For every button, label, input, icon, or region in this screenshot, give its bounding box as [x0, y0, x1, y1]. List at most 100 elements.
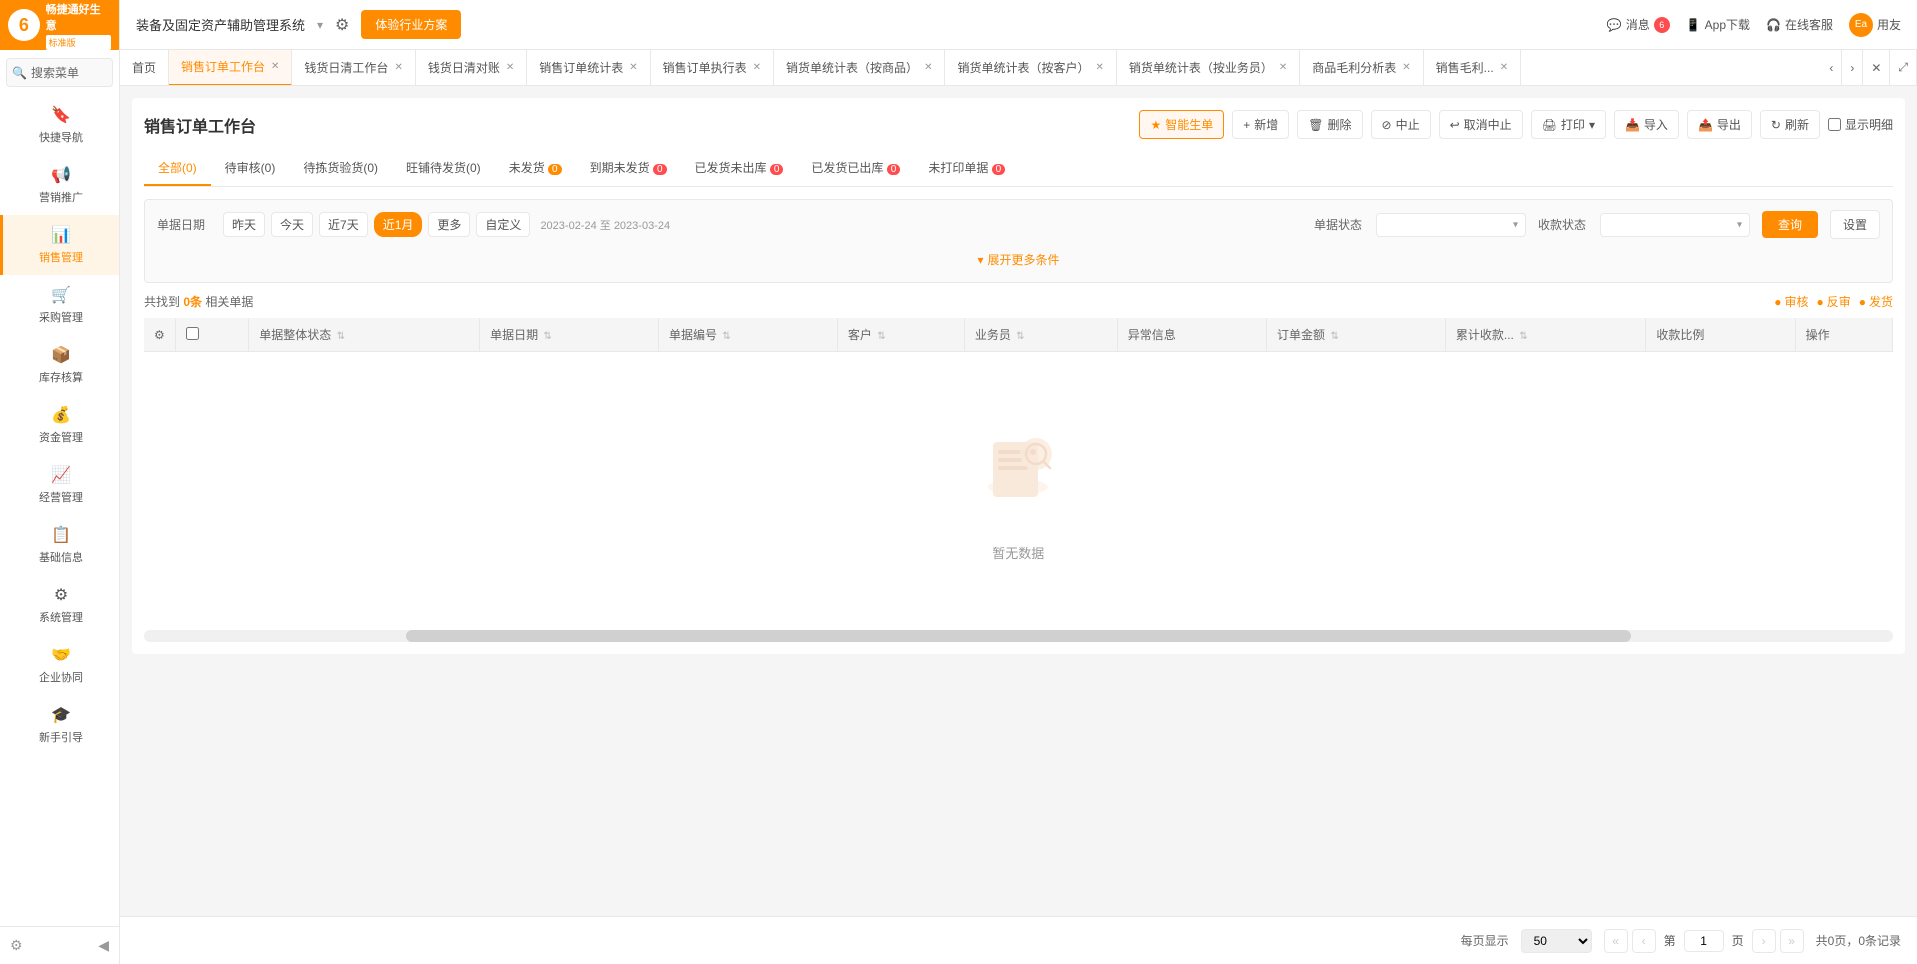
sidebar-item-system[interactable]: ⚙ 系统管理 — [0, 575, 119, 635]
tab-home[interactable]: 首页 — [120, 50, 169, 86]
app-download-button[interactable]: 📱 App下载 — [1686, 16, 1750, 33]
industry-button[interactable]: 体验行业方案 — [361, 10, 461, 39]
search-button[interactable]: 查询 — [1762, 211, 1818, 238]
tab-close-icon[interactable]: ✕ — [271, 61, 279, 72]
show-detail-checkbox[interactable] — [1828, 118, 1841, 131]
settings-bottom-icon[interactable]: ⚙ — [10, 937, 23, 954]
first-page-button[interactable]: « — [1604, 929, 1628, 953]
date-more-btn[interactable]: 更多 — [428, 212, 470, 237]
tab-close-icon[interactable]: ✕ — [1402, 62, 1410, 73]
page-number-input[interactable] — [1684, 930, 1724, 952]
online-service-button[interactable]: 🎧 在线客服 — [1766, 16, 1833, 33]
date-filter-group: 昨天 今天 近7天 近1月 更多 自定义 2023-02-24 至 2023-0… — [223, 212, 670, 237]
col-amount[interactable]: 订单金额 ⇅ — [1266, 318, 1445, 352]
tab-label: 销售订单工作台 — [181, 58, 265, 75]
tab-sales-stat-staff[interactable]: 销货单统计表（按业务员） ✕ — [1117, 50, 1300, 86]
tab-close-icon[interactable]: ✕ — [753, 62, 761, 73]
payment-select[interactable] — [1600, 213, 1750, 237]
tab-sales-stat[interactable]: 销售订单统计表 ✕ — [527, 50, 650, 86]
settings-filter-button[interactable]: 设置 — [1830, 210, 1880, 239]
tab-next-button[interactable]: › — [1842, 50, 1863, 86]
refresh-button[interactable]: ↻ 刷新 — [1760, 110, 1820, 139]
filter-tab-overdue[interactable]: 到期未发货 0 — [576, 151, 681, 186]
message-button[interactable]: 💬 消息 6 — [1607, 16, 1670, 33]
filter-tab-pending-review[interactable]: 待审核(0) — [211, 151, 290, 186]
stop-button[interactable]: ⊘ 中止 — [1371, 110, 1431, 139]
tab-close-icon[interactable]: ✕ — [1095, 62, 1103, 73]
user-menu-button[interactable]: Ea 用友 — [1849, 13, 1901, 37]
tab-close-all-button[interactable]: ✕ — [1863, 50, 1890, 86]
delete-button[interactable]: 🗑 删除 — [1297, 110, 1362, 139]
ship-action-button[interactable]: ● 发货 — [1859, 293, 1893, 310]
tab-cash-reconcile[interactable]: 钱货日清对账 ✕ — [416, 50, 527, 86]
filter-tab-shipped-out[interactable]: 已发货已出库 0 — [797, 151, 914, 186]
select-all-checkbox[interactable] — [186, 327, 199, 340]
filter-tab-shipped-not-out[interactable]: 已发货未出库 0 — [681, 151, 798, 186]
tab-close-icon[interactable]: ✕ — [506, 62, 514, 73]
search-menu-button[interactable]: 🔍 搜索菜单 — [6, 58, 113, 87]
date-custom-btn[interactable]: 自定义 — [476, 212, 530, 237]
filter-tab-wangpu[interactable]: 旺铺待发货(0) — [392, 151, 495, 186]
sidebar-item-operation[interactable]: 📈 经营管理 — [0, 455, 119, 515]
tab-close-icon[interactable]: ✕ — [394, 62, 402, 73]
export-button[interactable]: 📤 导出 — [1687, 110, 1752, 139]
next-page-button[interactable]: › — [1752, 929, 1776, 953]
sidebar-item-marketing[interactable]: 📢 营销推广 — [0, 155, 119, 215]
tab-sales-margin[interactable]: 商品毛利分析表 ✕ — [1300, 50, 1423, 86]
workbench-header: 销售订单工作台 ★ 智能生单 + 新增 🗑 删除 — [144, 110, 1893, 139]
sidebar-item-enterprise[interactable]: 🤝 企业协同 — [0, 635, 119, 695]
tab-close-icon[interactable]: ✕ — [1279, 62, 1287, 73]
col-date[interactable]: 单据日期 ⇅ — [480, 318, 659, 352]
filter-tab-not-printed[interactable]: 未打印单据 0 — [914, 151, 1019, 186]
import-button[interactable]: 📥 导入 — [1614, 110, 1679, 139]
col-collected[interactable]: 累计收款... ⇅ — [1445, 318, 1646, 352]
tab-label: 商品毛利分析表 — [1312, 59, 1396, 76]
expand-filter-button[interactable]: ▾ 展开更多条件 — [157, 247, 1880, 272]
filter-tab-not-shipped[interactable]: 未发货 0 — [495, 151, 576, 186]
tab-close-icon[interactable]: ✕ — [924, 62, 932, 73]
tab-cash-daily[interactable]: 钱货日清工作台 ✕ — [292, 50, 415, 86]
date-7days-btn[interactable]: 近7天 — [319, 212, 368, 237]
tab-close-icon[interactable]: ✕ — [629, 62, 637, 73]
tab-close-icon[interactable]: ✕ — [1500, 62, 1508, 73]
review-action-button[interactable]: ● 审核 — [1774, 293, 1808, 310]
filter-tab-all[interactable]: 全部(0) — [144, 151, 211, 186]
date-1month-btn[interactable]: 近1月 — [374, 212, 423, 237]
uncheck-action-button[interactable]: ● 反审 — [1816, 293, 1850, 310]
tab-sales-stat-customer[interactable]: 销货单统计表（按客户） ✕ — [945, 50, 1116, 86]
prev-page-button[interactable]: ‹ — [1632, 929, 1656, 953]
tab-sales-exec[interactable]: 销售订单执行表 ✕ — [651, 50, 774, 86]
date-today-btn[interactable]: 今天 — [271, 212, 313, 237]
sidebar-item-basic[interactable]: 📋 基础信息 — [0, 515, 119, 575]
date-yesterday-btn[interactable]: 昨天 — [223, 212, 265, 237]
smart-create-button[interactable]: ★ 智能生单 — [1139, 110, 1224, 139]
cancel-stop-button[interactable]: ↩ 取消中止 — [1439, 110, 1523, 139]
tab-maximize-button[interactable]: ⤢ — [1890, 50, 1917, 86]
show-detail-toggle[interactable]: 显示明细 — [1828, 116, 1893, 133]
sidebar-item-inventory[interactable]: 📦 库存核算 — [0, 335, 119, 395]
sidebar-item-purchase[interactable]: 🛒 采购管理 — [0, 275, 119, 335]
col-number[interactable]: 单据编号 ⇅ — [658, 318, 837, 352]
topbar-settings-icon[interactable]: ⚙ — [335, 15, 349, 35]
col-settings[interactable]: ⚙ — [144, 318, 175, 352]
tab-prev-button[interactable]: ‹ — [1821, 50, 1842, 86]
last-page-button[interactable]: » — [1780, 929, 1804, 953]
collapse-icon[interactable]: ◀ — [98, 937, 109, 954]
dropdown-arrow-icon[interactable]: ▾ — [317, 18, 323, 32]
col-customer[interactable]: 客户 ⇅ — [837, 318, 964, 352]
tab-sales-workbench[interactable]: 销售订单工作台 ✕ — [169, 50, 292, 86]
sidebar-item-finance[interactable]: 💰 资金管理 — [0, 395, 119, 455]
sidebar-item-guide[interactable]: 🎓 新手引导 — [0, 695, 119, 755]
status-select[interactable] — [1376, 213, 1526, 237]
print-button[interactable]: 🖨 打印 ▾ — [1531, 110, 1606, 139]
sidebar-item-quick-nav[interactable]: 🔖 快捷导航 — [0, 95, 119, 155]
page-size-select[interactable]: 50 100 200 — [1521, 929, 1592, 953]
tab-sales-more[interactable]: 销售毛利... ✕ — [1424, 50, 1521, 86]
col-staff[interactable]: 业务员 ⇅ — [964, 318, 1117, 352]
col-status[interactable]: 单据整体状态 ⇅ — [249, 318, 480, 352]
filter-tab-pending-check[interactable]: 待拣货验货(0) — [289, 151, 392, 186]
sidebar-item-sales[interactable]: 📊 销售管理 — [0, 215, 119, 275]
horizontal-scrollbar[interactable] — [144, 630, 1893, 642]
add-button[interactable]: + 新增 — [1232, 110, 1289, 139]
tab-sales-stat-product[interactable]: 销货单统计表（按商品） ✕ — [774, 50, 945, 86]
